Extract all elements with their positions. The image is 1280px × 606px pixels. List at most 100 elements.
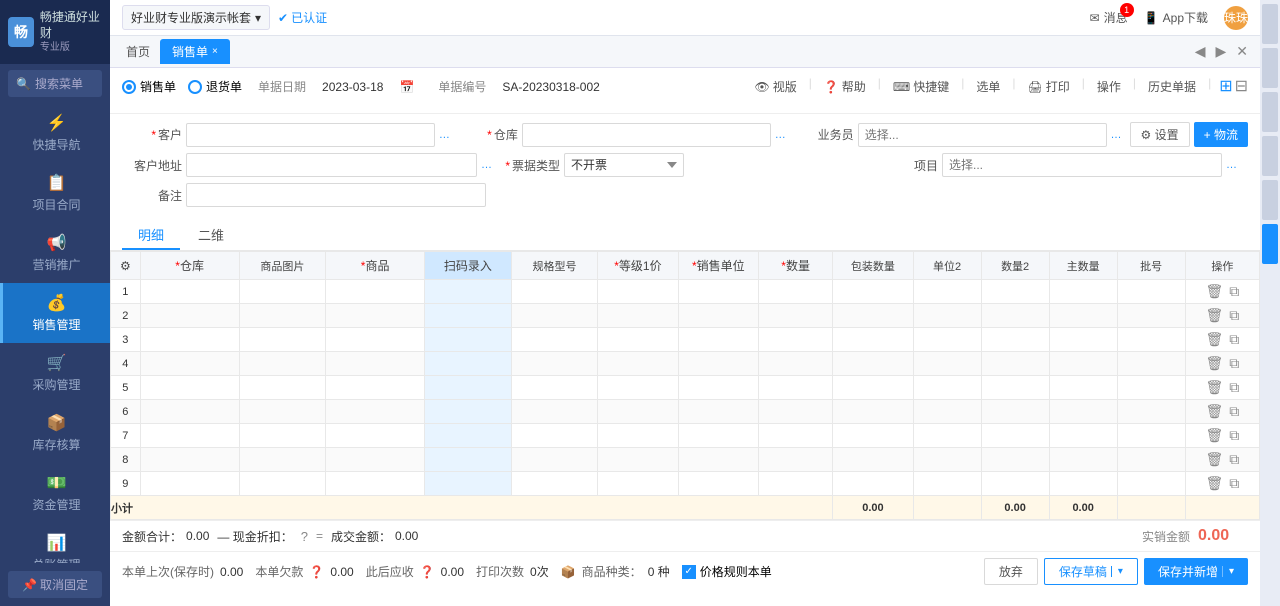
copy-icon[interactable]: ⧉ (1226, 403, 1242, 419)
sidebar-item-ledger[interactable]: 📊 总账管理 (0, 523, 110, 563)
receivable-help-icon[interactable]: ❓ (420, 565, 435, 579)
tab-2d[interactable]: 二维 (182, 221, 240, 250)
cell-pack_qty[interactable] (833, 472, 913, 496)
salesperson-more-icon[interactable]: … (1111, 129, 1122, 141)
settings-icon[interactable]: ⚙ (120, 259, 131, 273)
cell-warehouse[interactable] (140, 328, 239, 352)
delete-icon[interactable]: 🗑 (1202, 451, 1226, 467)
search-menu-button[interactable]: 🔍 搜索菜单 (8, 70, 102, 97)
copy-icon[interactable]: ⧉ (1226, 475, 1242, 491)
cell-product[interactable] (326, 472, 425, 496)
layout-icon-1[interactable]: ⊞ (1219, 76, 1232, 97)
cell-product_img[interactable] (239, 376, 326, 400)
cell-warehouse[interactable] (140, 376, 239, 400)
cell-qty[interactable] (759, 424, 833, 448)
cell-qty2[interactable] (981, 352, 1049, 376)
tab-sales-order[interactable]: 销售单 × (160, 39, 230, 64)
cell-batch[interactable] (1117, 376, 1185, 400)
tab-close-all-button[interactable]: ✕ (1232, 41, 1252, 62)
cell-product[interactable] (326, 304, 425, 328)
cell-qty2[interactable] (981, 304, 1049, 328)
cell-spec[interactable] (511, 328, 598, 352)
cell-warehouse[interactable] (140, 400, 239, 424)
cell-sales_unit[interactable] (678, 304, 758, 328)
tab-close-icon[interactable]: × (212, 46, 218, 57)
cell-qty2[interactable] (981, 280, 1049, 304)
cell-qty[interactable] (759, 472, 833, 496)
cell-qty2[interactable] (981, 424, 1049, 448)
save-and-new-button[interactable]: 保存并新增 ▾ (1144, 558, 1248, 585)
cell-product[interactable] (326, 376, 425, 400)
cell-product[interactable] (326, 400, 425, 424)
cell-product_img[interactable] (239, 304, 326, 328)
cell-main_qty[interactable] (1049, 376, 1117, 400)
cell-unit2[interactable] (913, 424, 981, 448)
store-selector[interactable]: 好业财专业版演示帐套 ▾ (122, 5, 270, 30)
cell-product[interactable] (326, 280, 425, 304)
cell-sales_unit[interactable] (678, 472, 758, 496)
save-new-arrow-icon[interactable]: ▾ (1222, 566, 1234, 577)
cell-qty2[interactable] (981, 328, 1049, 352)
cell-sales_unit[interactable] (678, 280, 758, 304)
cell-warehouse[interactable] (140, 280, 239, 304)
layout-icon-2[interactable]: ⊟ (1235, 76, 1248, 97)
sidebar-item-project[interactable]: 📋 项目合同 (0, 163, 110, 223)
cell-batch_entry[interactable] (425, 472, 512, 496)
calendar-icon[interactable]: 📅 (399, 80, 414, 94)
cell-sales_unit[interactable] (678, 376, 758, 400)
cell-qty2[interactable] (981, 400, 1049, 424)
cell-spec[interactable] (511, 376, 598, 400)
cell-product[interactable] (326, 424, 425, 448)
cell-batch_entry[interactable] (425, 448, 512, 472)
sidebar-item-inventory[interactable]: 📦 库存核算 (0, 403, 110, 463)
cell-unit2[interactable] (913, 448, 981, 472)
cell-batch[interactable] (1117, 448, 1185, 472)
cell-unit2[interactable] (913, 280, 981, 304)
address-input[interactable] (186, 153, 477, 177)
sidebar-item-purchase[interactable]: 🛒 采购管理 (0, 343, 110, 403)
sidebar-item-finance[interactable]: 💵 资金管理 (0, 463, 110, 523)
cell-unit2[interactable] (913, 376, 981, 400)
cell-sales_unit[interactable] (678, 448, 758, 472)
cell-unit2[interactable] (913, 328, 981, 352)
cell-price1[interactable] (598, 424, 678, 448)
cell-product_img[interactable] (239, 280, 326, 304)
right-panel-btn-2[interactable] (1262, 48, 1278, 88)
cell-pack_qty[interactable] (833, 400, 913, 424)
cell-batch[interactable] (1117, 280, 1185, 304)
cell-spec[interactable] (511, 304, 598, 328)
toolbar-help-btn[interactable]: ❓ 帮助 (820, 76, 870, 97)
cell-main_qty[interactable] (1049, 424, 1117, 448)
right-panel-btn-5[interactable] (1262, 180, 1278, 220)
cancel-pin-button[interactable]: 📌 取消固定 (8, 571, 102, 598)
copy-icon[interactable]: ⧉ (1226, 451, 1242, 467)
cell-batch_entry[interactable] (425, 280, 512, 304)
customer-input[interactable] (186, 123, 435, 147)
cell-sales_unit[interactable] (678, 400, 758, 424)
cell-batch_entry[interactable] (425, 352, 512, 376)
right-panel-btn-4[interactable] (1262, 136, 1278, 176)
cell-product[interactable] (326, 328, 425, 352)
cell-pack_qty[interactable] (833, 376, 913, 400)
toolbar-view-btn[interactable]: 👁 视版 (750, 76, 800, 97)
cell-product_img[interactable] (239, 328, 326, 352)
cell-spec[interactable] (511, 280, 598, 304)
toolbar-shortcut-btn[interactable]: ⌨ 快捷键 (889, 76, 953, 97)
cell-batch_entry[interactable] (425, 400, 512, 424)
invoice-select[interactable]: 不开票 增值税普通发票 增值税专用发票 (564, 153, 684, 177)
warehouse-input[interactable]: 小宝仓库 (522, 123, 771, 147)
right-panel-btn-3[interactable] (1262, 92, 1278, 132)
toolbar-print-btn[interactable]: 🖨 打印 (1024, 76, 1074, 97)
cell-price1[interactable] (598, 304, 678, 328)
cell-spec[interactable] (511, 352, 598, 376)
tab-home[interactable]: 首页 (118, 39, 158, 64)
help-small-icon[interactable]: ❓ (309, 565, 324, 579)
tab-detail[interactable]: 明细 (122, 221, 180, 250)
cell-main_qty[interactable] (1049, 352, 1117, 376)
cell-batch_entry[interactable] (425, 376, 512, 400)
cell-batch[interactable] (1117, 472, 1185, 496)
sidebar-item-sales[interactable]: 💰 销售管理 (0, 283, 110, 343)
cell-qty[interactable] (759, 304, 833, 328)
cell-price1[interactable] (598, 376, 678, 400)
add-logistics-button[interactable]: + 物流 (1194, 122, 1248, 147)
